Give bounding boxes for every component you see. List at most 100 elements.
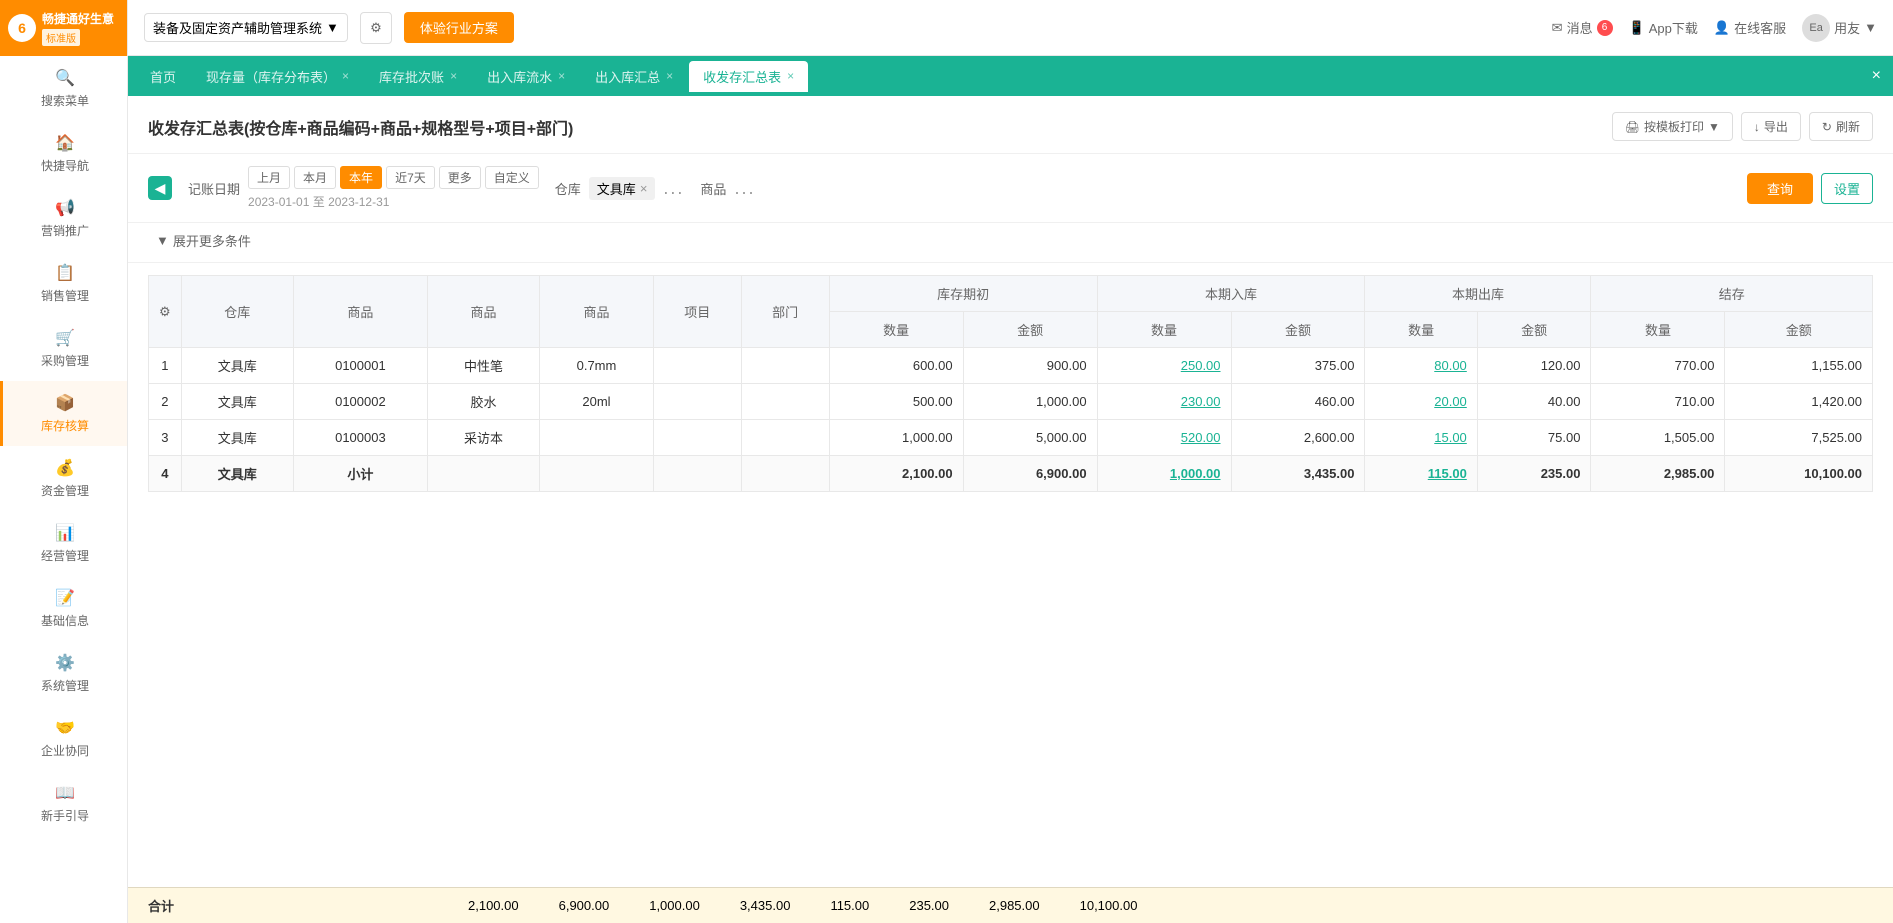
row3-bal-amt: 7,525.00 xyxy=(1725,420,1873,456)
row2-project xyxy=(653,384,741,420)
service-icon: 👤 xyxy=(1714,20,1730,36)
table-row: 1 文具库 0100001 中性笔 0.7mm 600.00 900.00 25… xyxy=(149,348,1873,384)
tab-receive-summary-label: 收发存汇总表 xyxy=(703,67,781,86)
subtotal-label: 小计 xyxy=(293,456,427,492)
sidebar-item-basic[interactable]: 📝 基础信息 xyxy=(0,576,127,641)
expand-filter-row: ▼ 展开更多条件 xyxy=(128,223,1893,263)
custom-date-button[interactable]: 自定义 xyxy=(485,166,539,189)
sidebar-item-finance[interactable]: 💰 资金管理 xyxy=(0,446,127,511)
row1-out-qty[interactable]: 80.00 xyxy=(1365,348,1477,384)
sidebar-item-purchase[interactable]: 🛒 采购管理 xyxy=(0,316,127,381)
row1-warehouse: 文具库 xyxy=(181,348,293,384)
row3-goods-code: 0100003 xyxy=(293,420,427,456)
export-label: 导出 xyxy=(1764,118,1788,135)
sidebar-item-marketing[interactable]: 📢 营销推广 xyxy=(0,186,127,251)
sidebar-item-collab[interactable]: 🤝 企业协同 xyxy=(0,706,127,771)
message-button[interactable]: ✉ 消息 6 xyxy=(1552,18,1613,37)
refresh-button[interactable]: ↻ 刷新 xyxy=(1809,112,1873,141)
phone-icon: 📱 xyxy=(1629,20,1645,36)
row1-dept xyxy=(741,348,829,384)
handshake-icon: 🤝 xyxy=(55,718,75,738)
goods-more-button[interactable]: ... xyxy=(734,178,755,199)
row1-no: 1 xyxy=(149,348,182,384)
this-month-button[interactable]: 本月 xyxy=(294,166,336,189)
tab-inventory-dist[interactable]: 现存量（库存分布表） × xyxy=(192,61,363,92)
total-out-amt: 235.00 xyxy=(909,898,949,913)
row3-out-qty[interactable]: 15.00 xyxy=(1365,420,1477,456)
tab-inout-summary[interactable]: 出入库汇总 × xyxy=(581,61,687,92)
tab-batch-close[interactable]: × xyxy=(450,69,457,83)
bal-qty-header: 数量 xyxy=(1591,312,1725,348)
expand-conditions-button[interactable]: ▼ 展开更多条件 xyxy=(148,227,1873,254)
export-icon: ↓ xyxy=(1754,120,1760,134)
sidebar-item-quicknav[interactable]: 🏠 快捷导航 xyxy=(0,121,127,186)
try-industry-button[interactable]: 体验行业方案 xyxy=(404,12,514,43)
row3-open-qty: 1,000.00 xyxy=(829,420,963,456)
row2-open-qty: 500.00 xyxy=(829,384,963,420)
last7days-button[interactable]: 近7天 xyxy=(386,166,435,189)
total-bal-qty: 2,985.00 xyxy=(989,898,1040,913)
last-month-button[interactable]: 上月 xyxy=(248,166,290,189)
open-qty-header: 数量 xyxy=(829,312,963,348)
sidebar-item-search[interactable]: 🔍 搜索菜单 xyxy=(0,56,127,121)
app-download-button[interactable]: 📱 App下载 xyxy=(1629,18,1698,37)
inbound-header: 本期入库 xyxy=(1097,276,1365,312)
system-title-dropdown[interactable]: 装备及固定资产辅助管理系统 ▼ xyxy=(144,13,348,42)
expand-icon: ▼ xyxy=(156,233,169,248)
sidebar-item-system[interactable]: ⚙️ 系统管理 xyxy=(0,641,127,706)
sidebar-item-label: 快捷导航 xyxy=(41,157,89,174)
filter-settings-button[interactable]: 设置 xyxy=(1821,173,1873,204)
filter-toggle-button[interactable]: ◀ xyxy=(148,176,172,200)
row2-in-qty[interactable]: 230.00 xyxy=(1097,384,1231,420)
col-settings-header[interactable]: ⚙ xyxy=(149,276,182,348)
this-year-button[interactable]: 本年 xyxy=(340,166,382,189)
goods-filter-group: 商品 ... xyxy=(700,178,755,199)
sidebar-item-business[interactable]: 📊 经营管理 xyxy=(0,511,127,576)
book-icon: 📖 xyxy=(55,783,75,803)
subtotal-out-qty[interactable]: 115.00 xyxy=(1365,456,1477,492)
tab-inventory-dist-close[interactable]: × xyxy=(342,69,349,83)
row1-in-qty[interactable]: 250.00 xyxy=(1097,348,1231,384)
sidebar-item-label: 库存核算 xyxy=(41,417,89,434)
sidebar-item-guide[interactable]: 📖 新手引导 xyxy=(0,771,127,836)
warehouse-tag-close[interactable]: × xyxy=(640,181,648,196)
row3-in-qty[interactable]: 520.00 xyxy=(1097,420,1231,456)
tab-batch[interactable]: 库存批次账 × xyxy=(365,61,471,92)
row2-out-qty[interactable]: 20.00 xyxy=(1365,384,1477,420)
row3-open-amt: 5,000.00 xyxy=(963,420,1097,456)
warehouse-more-button[interactable]: ... xyxy=(663,178,684,199)
sidebar-item-inventory[interactable]: 📦 库存核算 xyxy=(0,381,127,446)
tab-receive-summary-close[interactable]: × xyxy=(787,69,794,83)
bal-amt-header: 金额 xyxy=(1725,312,1873,348)
tab-inout-flow-close[interactable]: × xyxy=(558,69,565,83)
print-button[interactable]: 🖨 按模板打印 ▼ xyxy=(1612,112,1733,141)
settings-button[interactable]: ⚙ xyxy=(360,12,392,44)
total-values: 2,100.00 6,900.00 1,000.00 3,435.00 115.… xyxy=(468,898,1137,913)
export-button[interactable]: ↓ 导出 xyxy=(1741,112,1801,141)
tab-inout-summary-close[interactable]: × xyxy=(666,69,673,83)
tab-bar-close-button[interactable]: × xyxy=(1868,63,1885,89)
sidebar-item-sales[interactable]: 📋 销售管理 xyxy=(0,251,127,316)
user-menu[interactable]: Ea 用友 ▼ xyxy=(1802,14,1877,42)
date-filter-group: 记账日期 上月 本月 本年 近7天 更多 自定义 2023-01-01 至 20… xyxy=(188,166,539,210)
goods-name-header: 商品 xyxy=(427,276,539,348)
footer-total: 合计 2,100.00 6,900.00 1,000.00 3,435.00 1… xyxy=(148,896,1873,915)
tab-inout-flow-label: 出入库流水 xyxy=(487,67,552,86)
app-download-label: App下载 xyxy=(1649,18,1698,37)
subtotal-in-qty[interactable]: 1,000.00 xyxy=(1097,456,1231,492)
total-bal-amt: 10,100.00 xyxy=(1080,898,1138,913)
expand-label: 展开更多条件 xyxy=(173,231,251,250)
more-dates-button[interactable]: 更多 xyxy=(439,166,481,189)
total-open-amt: 6,900.00 xyxy=(559,898,610,913)
row1-goods-name: 中性笔 xyxy=(427,348,539,384)
system-title-text: 装备及固定资产辅助管理系统 xyxy=(153,18,322,37)
tab-receive-summary[interactable]: 收发存汇总表 × xyxy=(689,61,808,92)
query-button[interactable]: 查询 xyxy=(1747,173,1813,204)
online-service-button[interactable]: 👤 在线客服 xyxy=(1714,18,1786,37)
tab-home[interactable]: 首页 xyxy=(136,61,190,92)
row2-bal-amt: 1,420.00 xyxy=(1725,384,1873,420)
top-header: 装备及固定资产辅助管理系统 ▼ ⚙ 体验行业方案 ✉ 消息 6 📱 App下载 … xyxy=(128,0,1893,56)
row1-in-amt: 375.00 xyxy=(1231,348,1365,384)
tab-inout-flow[interactable]: 出入库流水 × xyxy=(473,61,579,92)
print-dropdown-icon: ▼ xyxy=(1708,120,1720,134)
